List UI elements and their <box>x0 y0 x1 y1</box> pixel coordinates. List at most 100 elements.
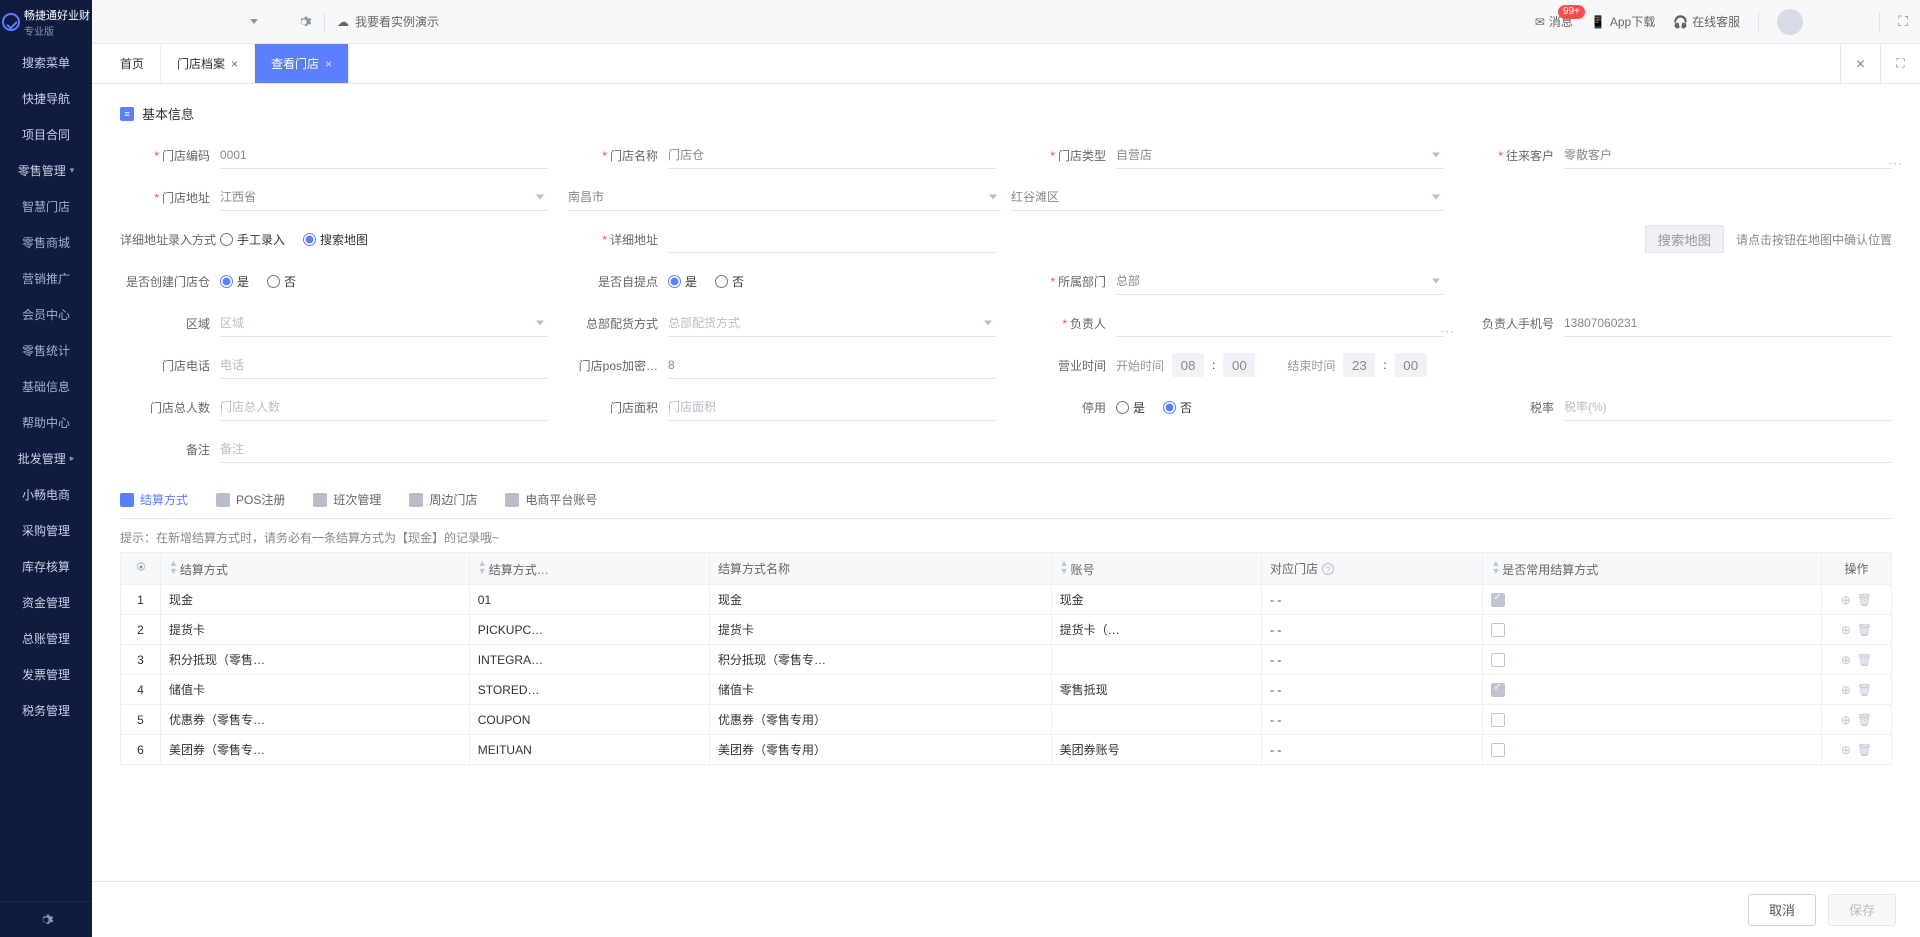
subtab[interactable]: 电商平台账号 <box>505 491 597 508</box>
radio-addr-map[interactable]: 搜索地图 <box>303 231 368 248</box>
radio-pickup-yes[interactable]: 是 <box>668 273 697 290</box>
checkbox-icon[interactable] <box>1491 593 1505 607</box>
sidebar-subitem[interactable]: 智慧门店 <box>0 188 92 224</box>
online-service-link[interactable]: 🎧 在线客服 <box>1673 13 1740 30</box>
subtab[interactable]: 周边门店 <box>409 491 477 508</box>
radio-wh-yes[interactable]: 是 <box>220 273 249 290</box>
checkbox-icon[interactable] <box>1491 743 1505 757</box>
add-row-icon[interactable]: ⊕ <box>1841 713 1851 727</box>
expand-tab-button[interactable]: ⛶ <box>1880 44 1920 83</box>
th-code[interactable]: ▲▼结算方式… <box>469 553 709 585</box>
tab[interactable]: 查看门店× <box>255 44 349 83</box>
delete-row-icon[interactable]: 🗑 <box>1857 653 1872 667</box>
radio-wh-no[interactable]: 否 <box>267 273 296 290</box>
sidebar-item[interactable]: 小畅电商 <box>0 476 92 512</box>
subtab[interactable]: 班次管理 <box>313 491 381 508</box>
sidebar-item[interactable]: 搜索菜单 <box>0 44 92 80</box>
sidebar-item[interactable]: 税务管理 <box>0 692 92 728</box>
sidebar-item[interactable]: 发票管理 <box>0 656 92 692</box>
org-settings-icon[interactable] <box>296 14 312 30</box>
radio-pickup-no[interactable]: 否 <box>715 273 744 290</box>
add-row-icon[interactable]: ⊕ <box>1841 683 1851 697</box>
district-select[interactable] <box>1011 183 1444 211</box>
city-select[interactable] <box>568 183 1001 211</box>
table-row[interactable]: 6美团券（零售专…MEITUAN美团券（零售专用）美团券账号- -⊕🗑 <box>121 735 1892 765</box>
add-row-icon[interactable]: ⊕ <box>1841 743 1851 757</box>
th-gear[interactable] <box>121 553 161 585</box>
customer-select[interactable] <box>1564 141 1892 169</box>
sidebar-item[interactable]: 资金管理 <box>0 584 92 620</box>
leader-select[interactable] <box>1116 309 1444 337</box>
radio-addr-manual[interactable]: 手工录入 <box>220 231 285 248</box>
sidebar-settings[interactable] <box>0 901 92 937</box>
th-account[interactable]: ▲▼账号 <box>1051 553 1261 585</box>
delete-row-icon[interactable]: 🗑 <box>1857 593 1872 607</box>
area-input[interactable] <box>668 393 996 421</box>
search-map-button[interactable]: 搜索地图 <box>1645 225 1724 253</box>
store-phone-input[interactable] <box>220 351 548 379</box>
province-select[interactable] <box>220 183 548 211</box>
sidebar-item[interactable]: 零售管理 <box>0 152 92 188</box>
messages-link[interactable]: ✉ 消息 99+ <box>1535 13 1573 30</box>
table-row[interactable]: 1现金01现金现金- -⊕🗑 <box>121 585 1892 615</box>
add-row-icon[interactable]: ⊕ <box>1841 593 1851 607</box>
table-row[interactable]: 5优惠券（零售专…COUPON优惠券（零售专用）- -⊕🗑 <box>121 705 1892 735</box>
tax-input[interactable] <box>1564 393 1892 421</box>
store-code-input[interactable] <box>220 141 548 169</box>
sidebar-subitem[interactable]: 基础信息 <box>0 368 92 404</box>
start-min-input[interactable] <box>1223 353 1255 377</box>
save-button[interactable]: 保存 <box>1828 894 1896 926</box>
staff-input[interactable] <box>220 393 548 421</box>
app-download-link[interactable]: 📱 App下载 <box>1591 13 1655 30</box>
store-name-input[interactable] <box>668 141 996 169</box>
sidebar-item[interactable]: 采购管理 <box>0 512 92 548</box>
remark-input[interactable] <box>220 435 1892 463</box>
table-row[interactable]: 2提货卡PICKUPC…提货卡提货卡（…- -⊕🗑 <box>121 615 1892 645</box>
close-tab-button[interactable]: ✕ <box>1840 44 1880 83</box>
subtab[interactable]: 结算方式 <box>120 491 188 508</box>
tab[interactable]: 门店档案× <box>161 44 255 83</box>
th-method[interactable]: ▲▼结算方式 <box>161 553 470 585</box>
end-min-input[interactable] <box>1395 353 1427 377</box>
store-type-select[interactable] <box>1116 141 1444 169</box>
checkbox-icon[interactable] <box>1491 713 1505 727</box>
detail-addr-input[interactable] <box>668 225 996 253</box>
sidebar-subitem[interactable]: 会员中心 <box>0 296 92 332</box>
fullscreen-icon[interactable]: ⛶ <box>1898 13 1908 30</box>
dept-select[interactable] <box>1116 267 1444 295</box>
delete-row-icon[interactable]: 🗑 <box>1857 623 1872 637</box>
cancel-button[interactable]: 取消 <box>1748 894 1816 926</box>
th-store[interactable]: 对应门店? <box>1261 553 1482 585</box>
org-selector[interactable] <box>104 19 284 24</box>
region-select[interactable] <box>220 309 548 337</box>
leader-phone-input[interactable] <box>1564 309 1892 337</box>
sidebar-subitem[interactable]: 帮助中心 <box>0 404 92 440</box>
sidebar-subitem[interactable]: 营销推广 <box>0 260 92 296</box>
add-row-icon[interactable]: ⊕ <box>1841 653 1851 667</box>
end-hour-input[interactable] <box>1343 353 1375 377</box>
user-avatar[interactable] <box>1777 9 1803 35</box>
table-row[interactable]: 4储值卡STORED…储值卡零售抵现- -⊕🗑 <box>121 675 1892 705</box>
th-common[interactable]: ▲▼是否常用结算方式 <box>1483 553 1822 585</box>
sidebar-item[interactable]: 快捷导航 <box>0 80 92 116</box>
sidebar-item[interactable]: 库存核算 <box>0 548 92 584</box>
checkbox-icon[interactable] <box>1491 623 1505 637</box>
close-icon[interactable]: × <box>325 57 332 71</box>
delete-row-icon[interactable]: 🗑 <box>1857 743 1872 757</box>
subtab[interactable]: POS注册 <box>216 491 285 508</box>
sidebar-subitem[interactable]: 零售统计 <box>0 332 92 368</box>
dist-select[interactable] <box>668 309 996 337</box>
sidebar-item[interactable]: 项目合同 <box>0 116 92 152</box>
sidebar-item[interactable]: 批发管理 <box>0 440 92 476</box>
help-icon[interactable]: ? <box>1322 563 1334 575</box>
add-row-icon[interactable]: ⊕ <box>1841 623 1851 637</box>
close-icon[interactable]: × <box>231 57 238 71</box>
delete-row-icon[interactable]: 🗑 <box>1857 713 1872 727</box>
th-name[interactable]: 结算方式名称 <box>710 553 1052 585</box>
start-hour-input[interactable] <box>1172 353 1204 377</box>
demo-link[interactable]: ☁ 我要看实例演示 <box>337 13 439 30</box>
radio-disable-yes[interactable]: 是 <box>1116 399 1145 416</box>
sidebar-subitem[interactable]: 零售商城 <box>0 224 92 260</box>
checkbox-icon[interactable] <box>1491 683 1505 697</box>
sidebar-item[interactable]: 总账管理 <box>0 620 92 656</box>
